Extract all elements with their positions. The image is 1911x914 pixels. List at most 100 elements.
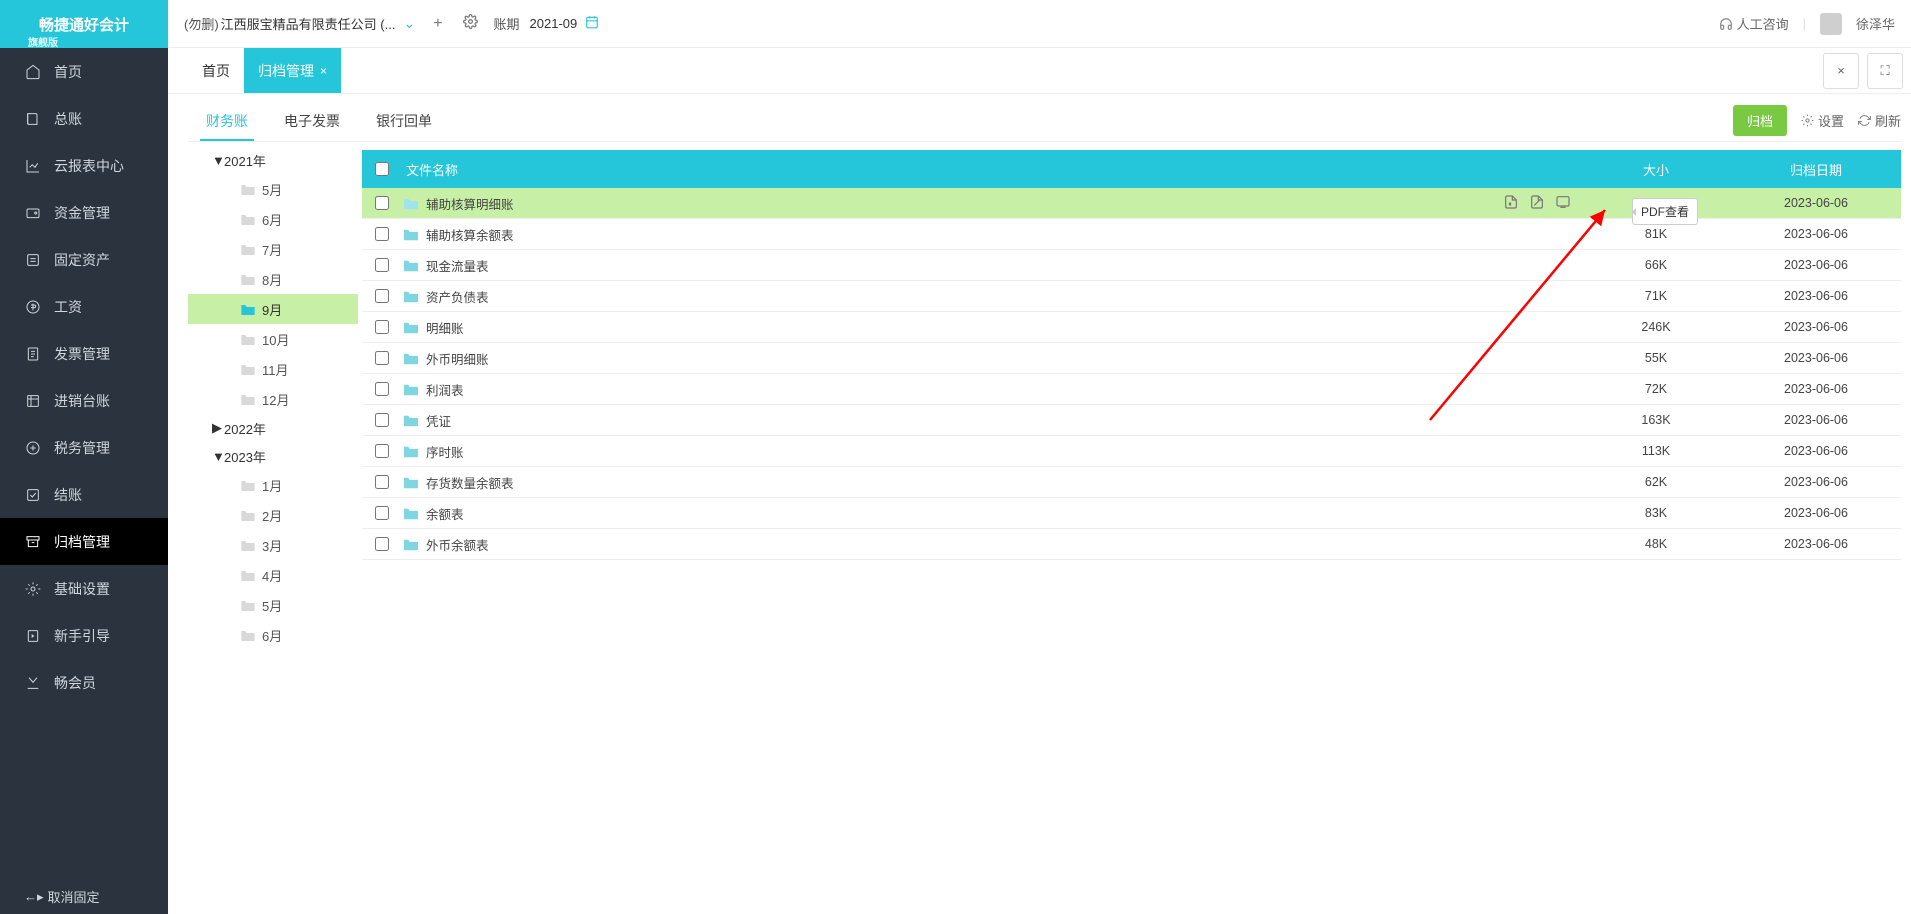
- table-row[interactable]: 外币明细账55K2023-06-06: [362, 343, 1901, 374]
- home-icon: [24, 63, 42, 81]
- tree-month[interactable]: 2月: [188, 500, 358, 530]
- folder-icon: [240, 182, 256, 196]
- tree-month[interactable]: 8月: [188, 264, 358, 294]
- file-name: 现金流量表: [426, 256, 489, 275]
- folder-icon: [240, 598, 256, 612]
- file-name: 外币明细账: [426, 349, 489, 368]
- refresh-link[interactable]: 刷新: [1858, 111, 1901, 130]
- download-excel-icon[interactable]: [1503, 194, 1519, 213]
- tree-month[interactable]: 12月: [188, 384, 358, 414]
- add-company-button[interactable]: +: [433, 15, 442, 33]
- nav-item-9[interactable]: 结账: [0, 471, 168, 518]
- brand-name: 畅捷通好会计: [39, 14, 129, 35]
- month-label: 11月: [262, 360, 289, 379]
- tree-month[interactable]: 5月: [188, 590, 358, 620]
- nav-item-0[interactable]: 首页: [0, 48, 168, 95]
- tree-month[interactable]: 4月: [188, 560, 358, 590]
- nav-item-13[interactable]: 畅会员: [0, 659, 168, 706]
- nav-item-2[interactable]: 云报表中心: [0, 142, 168, 189]
- row-checkbox[interactable]: [375, 289, 389, 303]
- nav-item-10[interactable]: 归档管理: [0, 518, 168, 565]
- file-name: 利润表: [426, 380, 464, 399]
- user-name[interactable]: 徐泽华: [1856, 14, 1895, 33]
- row-checkbox[interactable]: [375, 196, 389, 210]
- nav-item-3[interactable]: 资金管理: [0, 189, 168, 236]
- nav-item-11[interactable]: 基础设置: [0, 565, 168, 612]
- salary-icon: [24, 298, 42, 316]
- unpin-sidebar[interactable]: ←▸ 取消固定: [24, 887, 100, 906]
- fullscreen-button[interactable]: ⛶: [1867, 53, 1903, 89]
- table-row[interactable]: 凭证163K2023-06-06: [362, 405, 1901, 436]
- table-row[interactable]: 外币余额表48K2023-06-06: [362, 529, 1901, 560]
- company-settings-button[interactable]: [463, 14, 478, 34]
- table-row[interactable]: 明细账246K2023-06-06: [362, 312, 1901, 343]
- folder-icon: [240, 212, 256, 226]
- tree-month[interactable]: 5月: [188, 174, 358, 204]
- tree-year[interactable]: ▼ 2023年: [188, 442, 358, 470]
- nav-item-4[interactable]: 固定资产: [0, 236, 168, 283]
- col-size[interactable]: 大小: [1581, 160, 1731, 179]
- tree-year[interactable]: ▶ 2022年: [188, 414, 358, 442]
- table-row[interactable]: 资产负债表71K2023-06-06: [362, 281, 1901, 312]
- row-checkbox[interactable]: [375, 537, 389, 551]
- row-checkbox[interactable]: [375, 444, 389, 458]
- view-pdf-icon[interactable]: [1555, 194, 1571, 213]
- calendar-icon[interactable]: [585, 15, 599, 32]
- row-checkbox[interactable]: [375, 258, 389, 272]
- nav-item-6[interactable]: 发票管理: [0, 330, 168, 377]
- period-value[interactable]: 2021-09: [530, 16, 578, 31]
- download-pdf-icon[interactable]: [1529, 194, 1545, 213]
- subtab-label: 财务账: [206, 111, 248, 131]
- close-icon[interactable]: ×: [320, 64, 327, 78]
- tree-year[interactable]: ▼ 2021年: [188, 146, 358, 174]
- col-name[interactable]: 文件名称: [402, 160, 1581, 179]
- company-selector[interactable]: 江西服宝精品有限责任公司 (...: [221, 14, 396, 33]
- settings-link[interactable]: 设置: [1801, 111, 1844, 130]
- row-checkbox[interactable]: [375, 506, 389, 520]
- subtab-label: 银行回单: [376, 111, 432, 131]
- nav-item-7[interactable]: 进销台账: [0, 377, 168, 424]
- row-checkbox[interactable]: [375, 475, 389, 489]
- tree-month[interactable]: 1月: [188, 470, 358, 500]
- company-prefix: (勿删): [184, 14, 219, 33]
- row-checkbox[interactable]: [375, 351, 389, 365]
- nav-item-5[interactable]: 工资: [0, 283, 168, 330]
- support-link[interactable]: 人工咨询: [1719, 14, 1789, 33]
- archive-date: 2023-06-06: [1731, 444, 1901, 458]
- tree-month[interactable]: 9月: [188, 294, 358, 324]
- chevron-down-icon[interactable]: ⌄: [403, 15, 415, 32]
- table-row[interactable]: 现金流量表66K2023-06-06: [362, 250, 1901, 281]
- table-row[interactable]: 余额表83K2023-06-06: [362, 498, 1901, 529]
- tree-month[interactable]: 11月: [188, 354, 358, 384]
- col-date[interactable]: 归档日期: [1731, 160, 1901, 179]
- table-row[interactable]: 存货数量余额表62K2023-06-06: [362, 467, 1901, 498]
- file-size: 72K: [1581, 382, 1731, 396]
- subtab-einvoice[interactable]: 电子发票: [266, 100, 358, 141]
- avatar[interactable]: [1820, 13, 1842, 35]
- tree-month[interactable]: 7月: [188, 234, 358, 264]
- nav-item-8[interactable]: 税务管理: [0, 424, 168, 471]
- nav-item-1[interactable]: 总账: [0, 95, 168, 142]
- file-size: 81K: [1581, 227, 1731, 241]
- tab-close-button[interactable]: ×: [1823, 53, 1859, 89]
- tree-month[interactable]: 3月: [188, 530, 358, 560]
- tab-home[interactable]: 首页: [188, 48, 244, 93]
- tab-archive[interactable]: 归档管理×: [244, 48, 341, 93]
- subtab-bank[interactable]: 银行回单: [358, 100, 450, 141]
- folder-icon: [402, 258, 420, 272]
- table-row[interactable]: 利润表72K2023-06-06: [362, 374, 1901, 405]
- file-size: 83K: [1581, 506, 1731, 520]
- tree-month[interactable]: 6月: [188, 204, 358, 234]
- row-checkbox[interactable]: [375, 382, 389, 396]
- tree-month[interactable]: 10月: [188, 324, 358, 354]
- table-row[interactable]: 序时账113K2023-06-06: [362, 436, 1901, 467]
- archive-button[interactable]: 归档: [1733, 105, 1787, 136]
- tree-month[interactable]: 6月: [188, 620, 358, 650]
- row-checkbox[interactable]: [375, 413, 389, 427]
- subtab-financial[interactable]: 财务账: [188, 100, 266, 141]
- file-name: 序时账: [426, 442, 464, 461]
- row-checkbox[interactable]: [375, 320, 389, 334]
- nav-item-12[interactable]: 新手引导: [0, 612, 168, 659]
- row-checkbox[interactable]: [375, 227, 389, 241]
- select-all-checkbox[interactable]: [375, 162, 389, 176]
